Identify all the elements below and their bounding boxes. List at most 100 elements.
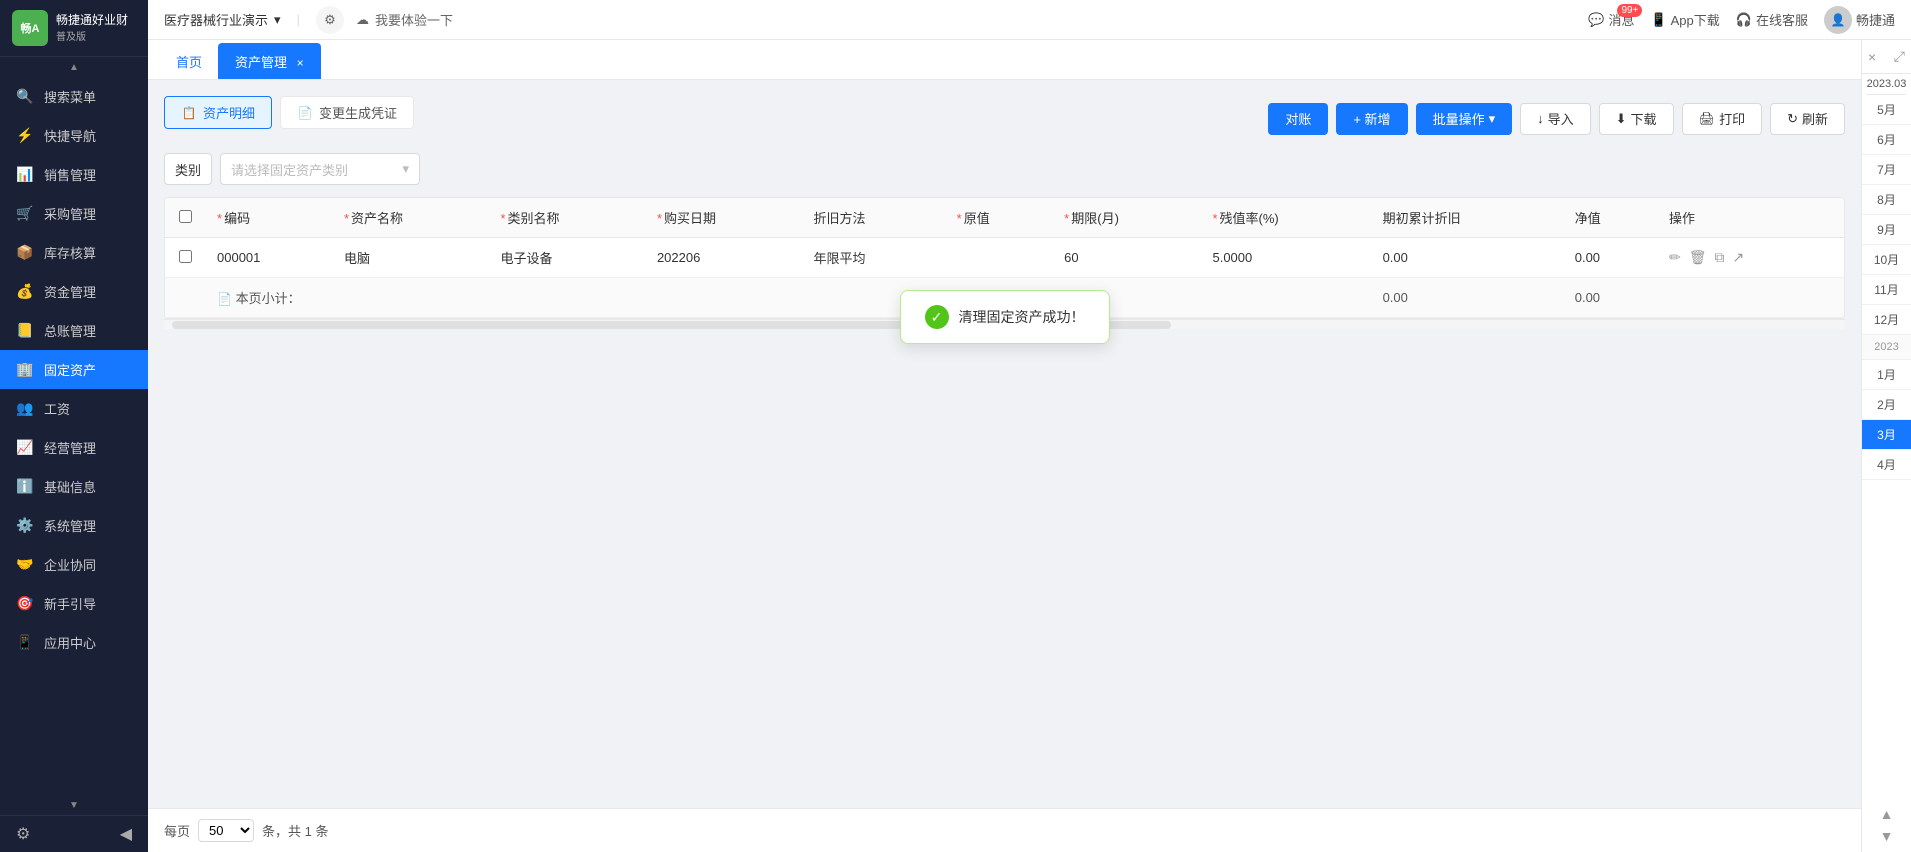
user-button[interactable]: 👤 畅捷通	[1824, 6, 1895, 34]
month-item[interactable]: 8月	[1862, 185, 1911, 215]
tab-home[interactable]: 首页	[164, 44, 214, 79]
right-panel-close[interactable]: ×	[1868, 49, 1876, 65]
total-label: 条，共 1 条	[262, 821, 328, 840]
header-name: *资产名称	[332, 198, 489, 238]
ledger-icon: 📒	[16, 322, 34, 340]
right-panel-expand[interactable]: ⤢	[1894, 48, 1905, 65]
import-button[interactable]: ↓ 导入	[1520, 103, 1591, 135]
row-checkbox[interactable]	[179, 250, 192, 263]
row-code: 000001	[205, 238, 332, 278]
sidebar-item-basic-info[interactable]: ℹ️基础信息	[0, 467, 148, 506]
system-icon: ⚙️	[16, 517, 34, 535]
online-service-button[interactable]: 🎧 在线客服	[1736, 10, 1808, 29]
sidebar-menu: 🔍搜索菜单⚡快捷导航📊销售管理🛒采购管理📦库存核算💰资金管理 📒 总账管理 🏢固定资产…	[0, 77, 148, 795]
batch-ops-button[interactable]: 批量操作 ▾	[1416, 103, 1513, 135]
settings-icon[interactable]: ⚙	[16, 824, 30, 844]
app-download-button[interactable]: 📱 App下载	[1650, 10, 1719, 29]
messages-button[interactable]: 💬 消息 99+	[1588, 10, 1634, 29]
sidebar-item-label-capital: 资金管理	[44, 282, 96, 301]
sidebar-item-operations[interactable]: 📈经营管理	[0, 428, 148, 467]
batch-ops-label: 批量操作	[1433, 109, 1485, 128]
print-icon: 🖨	[1699, 111, 1716, 127]
sidebar-item-search[interactable]: 🔍搜索菜单	[0, 77, 148, 116]
print-button[interactable]: 🖨 打印	[1682, 103, 1763, 135]
reconcile-button[interactable]: 对账	[1268, 103, 1328, 135]
row-depreciation-method: 年限平均	[801, 238, 944, 278]
sidebar-item-ledger[interactable]: 📒 总账管理	[0, 311, 148, 350]
app-subtitle: 普及版	[56, 28, 128, 43]
header-residual-rate: *残值率(%)	[1200, 198, 1370, 238]
month-item[interactable]: 2月	[1862, 390, 1911, 420]
sidebar-item-label-inventory: 库存核算	[44, 243, 96, 262]
sidebar-item-label-search: 搜索菜单	[44, 87, 96, 106]
app-title: 畅捷通好业财	[56, 13, 128, 29]
experience-button[interactable]: ☁ 我要体验一下	[356, 10, 453, 29]
company-name: 医疗器械行业演示	[164, 10, 268, 29]
sidebar-item-beginner[interactable]: 🎯新手引导	[0, 584, 148, 623]
download-button[interactable]: ⬇ 下载	[1599, 103, 1674, 135]
sidebar-item-app-center[interactable]: 📱应用中心	[0, 623, 148, 662]
category-input[interactable]: 请选择固定资产类别 ▾	[220, 153, 420, 185]
tab-asset-mgmt[interactable]: 资产管理 ×	[218, 43, 321, 79]
filter-bar: 类别 请选择固定资产类别 ▾	[164, 153, 1845, 185]
sidebar-item-system[interactable]: ⚙️系统管理	[0, 506, 148, 545]
content-area: 首页 资产管理 × 📋 资产明细 📄	[148, 40, 1911, 852]
company-dropdown-icon: ▾	[274, 12, 281, 28]
app-logo: 畅A	[12, 10, 48, 46]
company-selector[interactable]: 医疗器械行业演示 ▾	[164, 10, 281, 29]
row-period: 60	[1052, 238, 1200, 278]
more-icon[interactable]: ↗	[1732, 249, 1744, 266]
download-label: 下载	[1631, 109, 1657, 128]
subtotal-initial: 0.00	[1371, 278, 1563, 318]
select-all-checkbox[interactable]	[179, 210, 192, 223]
new-button[interactable]: + 新增	[1336, 103, 1407, 135]
sidebar-item-sales[interactable]: 📊销售管理	[0, 155, 148, 194]
month-item[interactable]: 5月	[1862, 95, 1911, 125]
month-item[interactable]: 12月	[1862, 305, 1911, 335]
asset-detail-icon: 📋	[181, 105, 197, 121]
panel-up-arrow[interactable]: ▲	[1880, 806, 1894, 822]
collapse-icon[interactable]: ◀	[120, 824, 132, 844]
month-item[interactable]: 7月	[1862, 155, 1911, 185]
right-panel-year-label: 2023.03	[1867, 74, 1907, 95]
download-icon: ⬇	[1616, 111, 1627, 127]
month-item[interactable]: 6月	[1862, 125, 1911, 155]
payroll-icon: 👥	[16, 400, 34, 418]
copy-icon[interactable]: ⧉	[1714, 249, 1724, 266]
sidebar-item-capital[interactable]: 💰资金管理	[0, 272, 148, 311]
month-item[interactable]: 10月	[1862, 245, 1911, 275]
app-title-group: 畅捷通好业财 普及版	[56, 13, 128, 44]
sub-tab-asset-detail[interactable]: 📋 资产明细	[164, 96, 272, 129]
category-label-text: 类别	[175, 160, 201, 179]
sidebar-item-fixed-assets[interactable]: 🏢固定资产	[0, 350, 148, 389]
sidebar-scroll-down[interactable]: ▼	[0, 795, 148, 815]
refresh-button[interactable]: ↻ 刷新	[1770, 103, 1845, 135]
month-item[interactable]: 11月	[1862, 275, 1911, 305]
panel-down-arrow[interactable]: ▼	[1880, 828, 1894, 844]
delete-icon[interactable]: 🗑	[1689, 249, 1707, 266]
month-item[interactable]: 4月	[1862, 450, 1911, 480]
month-item[interactable]: 9月	[1862, 215, 1911, 245]
sidebar-item-enterprise[interactable]: 🤝企业协同	[0, 545, 148, 584]
sidebar: 畅A 畅捷通好业财 普及版 ▲ 🔍搜索菜单⚡快捷导航📊销售管理🛒采购管理📦库存核…	[0, 0, 148, 852]
tab-close-icon[interactable]: ×	[297, 56, 304, 70]
header-category: *类别名称	[488, 198, 645, 238]
month-item[interactable]: 1月	[1862, 360, 1911, 390]
sidebar-item-payroll[interactable]: 👥 工资	[0, 389, 148, 428]
sidebar-item-label-payroll: 工资	[44, 399, 70, 418]
month-item[interactable]: 3月	[1862, 420, 1911, 450]
sub-tab-change-voucher[interactable]: 📄 变更生成凭证	[280, 96, 414, 129]
sidebar-item-quick-nav[interactable]: ⚡快捷导航	[0, 116, 148, 155]
row-actions: ✏ 🗑 ⧉ ↗	[1657, 238, 1844, 278]
sidebar-scroll-up[interactable]: ▲	[0, 57, 148, 77]
settings-button[interactable]: ⚙	[316, 6, 344, 34]
edit-icon[interactable]: ✏	[1669, 249, 1681, 266]
sidebar-item-purchase[interactable]: 🛒采购管理	[0, 194, 148, 233]
table-row: 000001 电脑 电子设备 202206 年限平均 60 5.0000 0.0…	[165, 238, 1844, 278]
row-net-value: 0.00	[1563, 238, 1657, 278]
per-page-select[interactable]: 50 100	[198, 819, 254, 842]
sidebar-item-label-sales: 销售管理	[44, 165, 96, 184]
sidebar-item-inventory[interactable]: 📦库存核算	[0, 233, 148, 272]
header-initial-accumulated: 期初累计折旧	[1371, 198, 1563, 238]
sidebar-item-label-ledger: 总账管理	[44, 321, 96, 340]
